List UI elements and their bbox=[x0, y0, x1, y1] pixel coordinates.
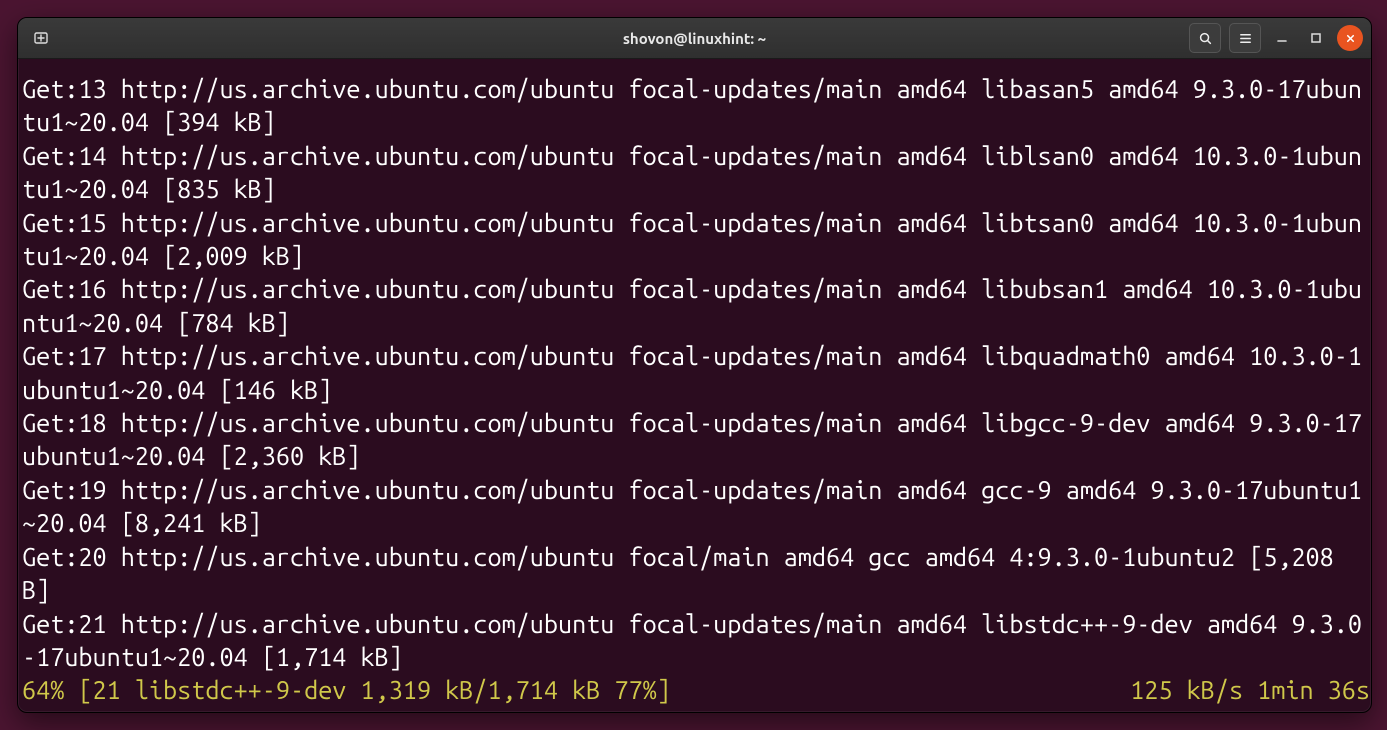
terminal-line: Get:13 http://us.archive.ubuntu.com/ubun… bbox=[22, 75, 1362, 136]
terminal-line: Get:17 http://us.archive.ubuntu.com/ubun… bbox=[22, 342, 1362, 403]
terminal-line: Get:16 http://us.archive.ubuntu.com/ubun… bbox=[22, 275, 1362, 336]
terminal-line: Get:21 http://us.archive.ubuntu.com/ubun… bbox=[22, 610, 1362, 671]
progress-line: 64% [21 libstdc++-9-dev 1,319 kB/1,714 k… bbox=[22, 674, 1370, 707]
hamburger-icon bbox=[1238, 31, 1253, 46]
terminal-window: shovon@linuxhint: ~ bbox=[17, 17, 1372, 713]
minimize-icon bbox=[1276, 32, 1288, 44]
window-title: shovon@linuxhint: ~ bbox=[18, 30, 1371, 47]
search-icon bbox=[1198, 31, 1213, 46]
minimize-button[interactable] bbox=[1269, 25, 1295, 51]
terminal-line: Get:20 http://us.archive.ubuntu.com/ubun… bbox=[22, 543, 1348, 604]
search-button[interactable] bbox=[1189, 23, 1221, 53]
new-tab-icon bbox=[33, 30, 49, 46]
titlebar[interactable]: shovon@linuxhint: ~ bbox=[18, 18, 1371, 59]
maximize-icon bbox=[1310, 32, 1322, 44]
progress-left: 64% [21 libstdc++-9-dev 1,319 kB/1,714 k… bbox=[22, 674, 671, 707]
maximize-button[interactable] bbox=[1303, 25, 1329, 51]
close-button[interactable] bbox=[1337, 25, 1363, 51]
terminal-line: Get:14 http://us.archive.ubuntu.com/ubun… bbox=[22, 142, 1362, 203]
progress-right: 125 kB/s 1min 36s bbox=[1130, 674, 1370, 707]
close-icon bbox=[1345, 33, 1356, 44]
new-tab-button[interactable] bbox=[26, 24, 56, 52]
terminal-line: Get:15 http://us.archive.ubuntu.com/ubun… bbox=[22, 209, 1362, 270]
terminal-body[interactable]: Get:13 http://us.archive.ubuntu.com/ubun… bbox=[18, 59, 1371, 712]
menu-button[interactable] bbox=[1229, 23, 1261, 53]
terminal-line: Get:19 http://us.archive.ubuntu.com/ubun… bbox=[22, 476, 1362, 537]
terminal-line: Get:18 http://us.archive.ubuntu.com/ubun… bbox=[22, 409, 1362, 470]
